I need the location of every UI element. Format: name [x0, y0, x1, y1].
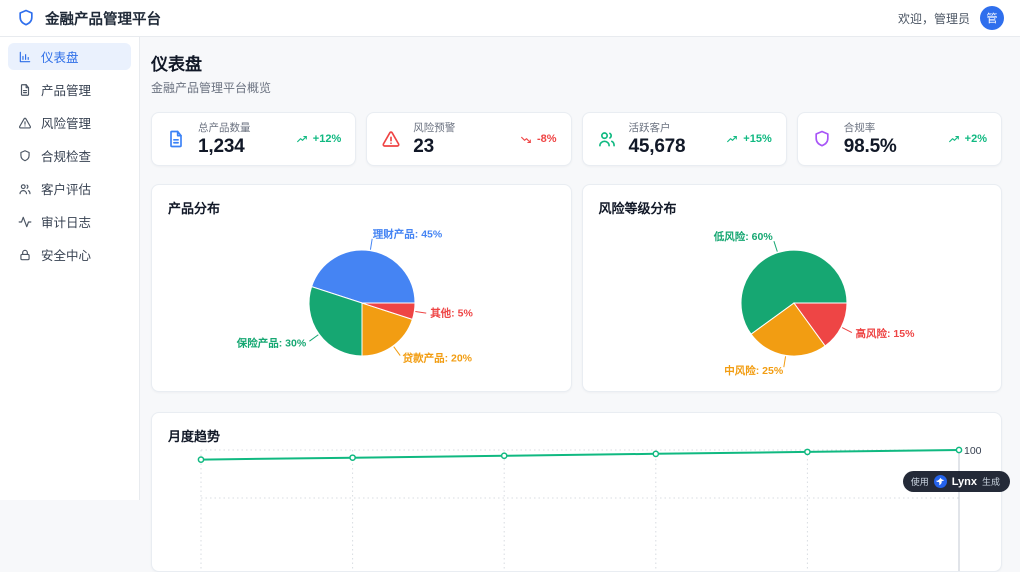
shield-logo-icon — [16, 8, 36, 28]
sidebar-item-compliance[interactable]: 合规检查 — [8, 142, 131, 169]
product-distribution-pie-chart: 理财产品: 45% 保险产品: 30% 贷款产品: 20% 其他: 5% — [152, 211, 572, 392]
activity-icon — [18, 215, 32, 229]
badge-suffix: 生成 — [982, 475, 1000, 488]
trending-down-icon — [520, 133, 533, 146]
badge-brand: Lynx — [952, 476, 977, 488]
stat-card-active-customers: 活跃客户 45,678 +15% — [582, 112, 787, 166]
stat-value: 23 — [413, 136, 455, 158]
stat-value: 45,678 — [629, 136, 686, 158]
stat-trend: +2% — [948, 133, 987, 146]
svg-text:低风险: 60%: 低风险: 60% — [712, 230, 773, 243]
sidebar-item-customers[interactable]: 客户评估 — [8, 175, 131, 202]
svg-text:100: 100 — [964, 445, 982, 457]
stat-trend: +12% — [296, 133, 341, 146]
risk-level-distribution-card: 风险等级分布 低风险: 60%中风险: 25%高风险: 15% — [582, 184, 1003, 392]
page-title: 仪表盘 — [151, 50, 1002, 75]
main-content: 仪表盘 金融产品管理平台概览 总产品数量 1,234 +12% 风险预警 23 … — [141, 37, 1020, 572]
stat-label: 活跃客户 — [629, 120, 686, 135]
stat-value: 98.5% — [844, 136, 897, 158]
page-subtitle: 金融产品管理平台概览 — [151, 79, 1002, 96]
sidebar-item-security[interactable]: 安全中心 — [8, 241, 131, 268]
stat-label: 总产品数量 — [198, 120, 251, 135]
app-header: 金融产品管理平台 欢迎，管理员 管 — [0, 0, 1020, 37]
stat-label: 合规率 — [844, 120, 897, 135]
stat-card-compliance-rate: 合规率 98.5% +2% — [797, 112, 1002, 166]
users-icon — [597, 129, 617, 149]
shield-icon — [18, 149, 32, 163]
welcome-text: 欢迎，管理员 — [898, 10, 970, 27]
sidebar-item-label: 产品管理 — [41, 80, 91, 99]
sidebar-item-risk[interactable]: 风险管理 — [8, 109, 131, 136]
lynx-logo-icon — [934, 475, 947, 488]
app-title: 金融产品管理平台 — [45, 8, 161, 29]
svg-text:其他: 5%: 其他: 5% — [430, 307, 473, 320]
chart-title: 月度趋势 — [152, 413, 1001, 445]
monthly-trend-card: 月度趋势 100 — [151, 412, 1002, 572]
sidebar-item-dashboard[interactable]: 仪表盘 — [8, 43, 131, 70]
badge-prefix: 使用 — [911, 475, 929, 488]
sidebar-item-label: 审计日志 — [41, 212, 91, 231]
svg-text:中风险: 25%: 中风险: 25% — [724, 364, 784, 377]
shield-icon — [812, 129, 832, 149]
svg-text:贷款产品: 20%: 贷款产品: 20% — [403, 352, 473, 365]
stat-trend: +15% — [726, 133, 771, 146]
stat-value: 1,234 — [198, 136, 251, 158]
sidebar-item-label: 仪表盘 — [41, 47, 79, 66]
sidebar: 仪表盘 产品管理 风险管理 合规检查 客户评估 审计日志 安全中心 — [0, 37, 140, 500]
trending-up-icon — [948, 133, 961, 146]
brand: 金融产品管理平台 — [16, 8, 161, 29]
svg-text:保险产品: 30%: 保险产品: 30% — [236, 336, 307, 349]
trending-up-icon — [726, 133, 739, 146]
sidebar-item-label: 风险管理 — [41, 113, 91, 132]
sidebar-item-audit[interactable]: 审计日志 — [8, 208, 131, 235]
file-text-icon — [18, 83, 32, 97]
stats-row: 总产品数量 1,234 +12% 风险预警 23 -8% 活跃客户 45 — [151, 112, 1002, 166]
stat-trend: -8% — [520, 133, 557, 146]
stat-label: 风险预警 — [413, 120, 455, 135]
lynx-generated-badge[interactable]: 使用 Lynx 生成 — [903, 471, 1010, 492]
sidebar-item-products[interactable]: 产品管理 — [8, 76, 131, 103]
users-icon — [18, 182, 32, 196]
trending-up-icon — [296, 133, 309, 146]
alert-triangle-icon — [381, 129, 401, 149]
stat-card-risk-alerts: 风险预警 23 -8% — [366, 112, 571, 166]
sidebar-item-label: 安全中心 — [41, 245, 91, 264]
alert-triangle-icon — [18, 116, 32, 130]
bar-chart-icon — [18, 50, 32, 64]
charts-row: 产品分布 理财产品: 45%保险产品: 30%贷款产品: 20%其他: 5% 风… — [151, 184, 1002, 392]
monthly-trend-line-chart: 100 — [152, 443, 1002, 572]
product-distribution-card: 产品分布 理财产品: 45%保险产品: 30%贷款产品: 20%其他: 5% — [151, 184, 572, 392]
sidebar-item-label: 客户评估 — [41, 179, 91, 198]
svg-text:高风险: 15%: 高风险: 15% — [855, 327, 915, 340]
risk-level-pie-chart: 低风险: 60% 中风险: 25% 高风险: 15% — [583, 211, 1003, 392]
svg-text:理财产品: 45%: 理财产品: 45% — [373, 228, 443, 241]
user-avatar[interactable]: 管 — [980, 6, 1004, 30]
sidebar-item-label: 合规检查 — [41, 146, 91, 165]
lock-icon — [18, 248, 32, 262]
stat-card-total-products: 总产品数量 1,234 +12% — [151, 112, 356, 166]
file-text-icon — [166, 129, 186, 149]
